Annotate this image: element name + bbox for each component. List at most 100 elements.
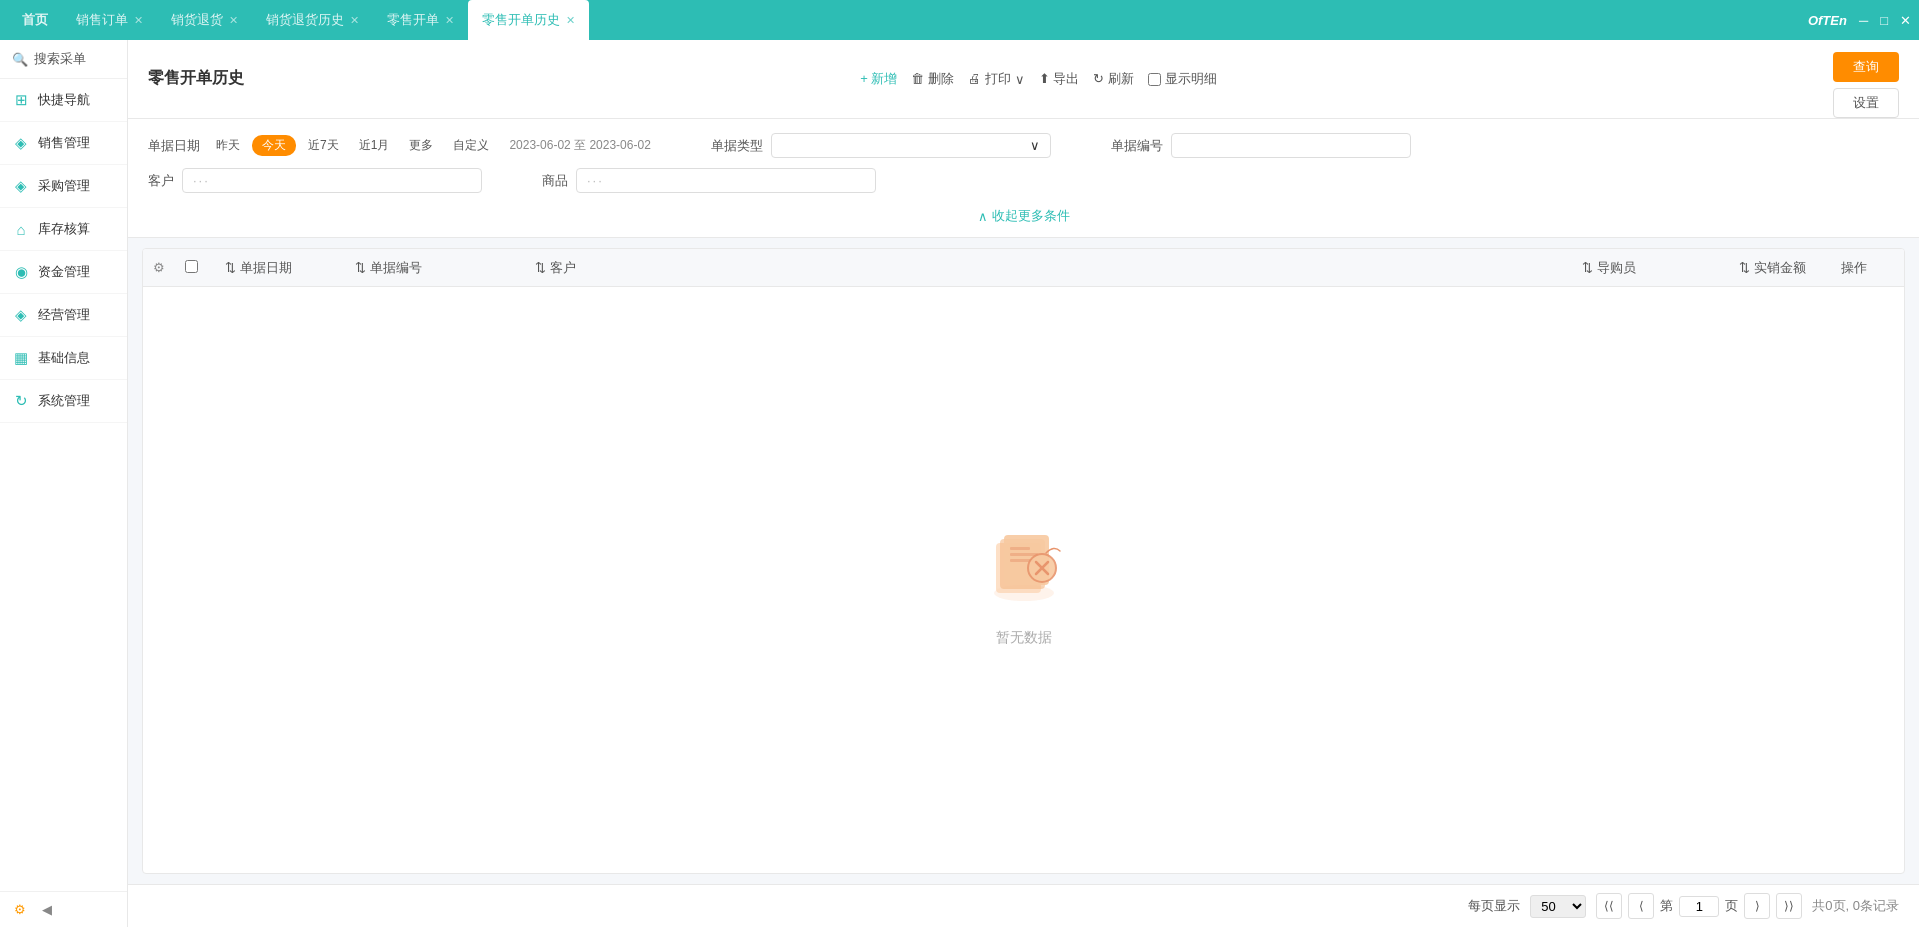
date-filter: 单据日期 昨天 今天 近7天 近1月 更多 自定义 2023-06-02 至 2… <box>148 135 651 156</box>
doc-number-filter: 单据编号 <box>1111 133 1411 158</box>
collapse-label: 收起更多条件 <box>992 207 1070 225</box>
tab-retail-open-history[interactable]: 零售开单历史 ✕ <box>468 0 589 40</box>
ops-mgmt-icon: ◈ <box>12 306 30 324</box>
purchase-mgmt-icon: ◈ <box>12 177 30 195</box>
th-guide-sort: ⇅ <box>1582 260 1593 275</box>
date-today[interactable]: 今天 <box>252 135 296 156</box>
window-controls: OfTEn ─ □ ✕ <box>1808 13 1911 28</box>
filter-area: 单据日期 昨天 今天 近7天 近1月 更多 自定义 2023-06-02 至 2… <box>128 119 1919 238</box>
show-detail-checkbox[interactable]: 显示明细 <box>1148 70 1217 88</box>
th-customer[interactable]: ⇅ 客户 <box>527 259 1574 277</box>
refresh-button[interactable]: ↻ 刷新 <box>1093 70 1134 88</box>
prev-page-btn[interactable]: ⟨ <box>1628 893 1654 919</box>
page-total: 共0页, 0条记录 <box>1812 897 1899 915</box>
th-number-sort: ⇅ <box>355 260 366 275</box>
page-nav: ⟨⟨ ⟨ 第 页 ⟩ ⟩⟩ <box>1596 893 1802 919</box>
tab-home[interactable]: 首页 <box>8 0 62 40</box>
th-number[interactable]: ⇅ 单据编号 <box>347 259 527 277</box>
doc-type-arrow: ∨ <box>1030 138 1040 153</box>
sys-mgmt-icon: ↻ <box>12 392 30 410</box>
search-icon: 🔍 <box>12 52 28 67</box>
doc-number-input[interactable] <box>1171 133 1411 158</box>
settings-button[interactable]: 设置 <box>1833 88 1899 118</box>
toolbar: + 新增 🗑 删除 🖨 打印 ∨ ⬆ 导出 ↻ 刷新 显示明细 <box>860 70 1217 98</box>
date-range-display: 2023-06-02 至 2023-06-02 <box>509 137 650 154</box>
tab-sales-return[interactable]: 销货退货 ✕ <box>157 0 252 40</box>
logo-text: OfTEn <box>1808 13 1847 28</box>
th-amount-sort: ⇅ <box>1739 260 1750 275</box>
th-guide[interactable]: ⇅ 导购员 <box>1574 259 1694 277</box>
sidebar-search[interactable]: 🔍 搜索采单 <box>0 40 127 79</box>
tab-bar: 首页 销售订单 ✕ 销货退货 ✕ 销货退货历史 ✕ 零售开单 ✕ 零售开单历史 … <box>0 0 1919 40</box>
print-button[interactable]: 🖨 打印 ∨ <box>968 70 1025 88</box>
last-page-btn[interactable]: ⟩⟩ <box>1776 893 1802 919</box>
tab-close-sales-return[interactable]: ✕ <box>229 14 238 27</box>
date-label: 单据日期 <box>148 137 200 155</box>
th-amount[interactable]: ⇅ 实销金额 <box>1694 259 1814 277</box>
tab-sales-return-history[interactable]: 销货退货历史 ✕ <box>252 0 373 40</box>
inventory-icon: ⌂ <box>12 221 30 238</box>
next-page-btn[interactable]: ⟩ <box>1744 893 1770 919</box>
window-close[interactable]: ✕ <box>1900 13 1911 28</box>
select-all-checkbox[interactable] <box>185 260 198 273</box>
page-input[interactable] <box>1679 896 1719 917</box>
sidebar-item-finance[interactable]: ◉ 资金管理 <box>0 251 127 294</box>
sidebar-bottom: ⚙ ◀ <box>0 891 127 927</box>
doc-type-filter: 单据类型 ∨ <box>711 133 1051 158</box>
tab-retail-open[interactable]: 零售开单 ✕ <box>373 0 468 40</box>
action-buttons: 查询 设置 <box>1833 50 1899 118</box>
pagination-bar: 每页显示 50 20 100 200 ⟨⟨ ⟨ 第 页 ⟩ ⟩⟩ 共0页, 0条… <box>128 884 1919 927</box>
customer-filter: 客户 ··· <box>148 168 482 193</box>
empty-text: 暂无数据 <box>996 629 1052 647</box>
empty-illustration <box>974 513 1074 613</box>
sales-mgmt-icon: ◈ <box>12 134 30 152</box>
main-layout: 🔍 搜索采单 ⊞ 快捷导航 ◈ 销售管理 ◈ 采购管理 ⌂ 库存核算 ◉ 资金管… <box>0 40 1919 927</box>
date-more[interactable]: 更多 <box>401 135 441 156</box>
doc-type-label: 单据类型 <box>711 137 763 155</box>
sidebar-settings-icon[interactable]: ⚙ <box>14 902 26 917</box>
show-detail-input[interactable] <box>1148 73 1161 86</box>
th-date-sort: ⇅ <box>225 260 236 275</box>
window-min[interactable]: ─ <box>1859 13 1868 28</box>
th-checkbox[interactable] <box>185 260 217 276</box>
tab-sales-order[interactable]: 销售订单 ✕ <box>62 0 157 40</box>
date-custom[interactable]: 自定义 <box>445 135 497 156</box>
customer-select[interactable]: ··· <box>182 168 482 193</box>
sidebar-collapse-icon[interactable]: ◀ <box>42 902 52 917</box>
page-title: 零售开单历史 <box>148 68 244 101</box>
tab-close-sales-order[interactable]: ✕ <box>134 14 143 27</box>
date-yesterday[interactable]: 昨天 <box>208 135 248 156</box>
table-header: ⚙ ⇅ 单据日期 ⇅ 单据编号 ⇅ 客户 ⇅ 导购员 <box>143 249 1904 287</box>
content-area: 零售开单历史 + 新增 🗑 删除 🖨 打印 ∨ ⬆ 导出 ↻ 刷新 显示明细 查… <box>128 40 1919 927</box>
date-1month[interactable]: 近1月 <box>351 135 398 156</box>
sidebar-item-quick-nav[interactable]: ⊞ 快捷导航 <box>0 79 127 122</box>
page-header: 零售开单历史 + 新增 🗑 删除 🖨 打印 ∨ ⬆ 导出 ↻ 刷新 显示明细 查… <box>128 40 1919 119</box>
sidebar-item-sales-mgmt[interactable]: ◈ 销售管理 <box>0 122 127 165</box>
sidebar-item-ops-mgmt[interactable]: ◈ 经营管理 <box>0 294 127 337</box>
finance-icon: ◉ <box>12 263 30 281</box>
add-button[interactable]: + 新增 <box>860 70 897 88</box>
th-settings[interactable]: ⚙ <box>153 260 185 275</box>
page-label: 第 <box>1660 897 1673 915</box>
window-max[interactable]: □ <box>1880 13 1888 28</box>
date-7days[interactable]: 近7天 <box>300 135 347 156</box>
query-button[interactable]: 查询 <box>1833 52 1899 82</box>
sidebar-item-base-info[interactable]: ▦ 基础信息 <box>0 337 127 380</box>
first-page-btn[interactable]: ⟨⟨ <box>1596 893 1622 919</box>
tab-close-sales-return-history[interactable]: ✕ <box>350 14 359 27</box>
product-select[interactable]: ··· <box>576 168 876 193</box>
page-size-select[interactable]: 50 20 100 200 <box>1530 895 1586 918</box>
sidebar-item-inventory[interactable]: ⌂ 库存核算 <box>0 208 127 251</box>
th-customer-sort: ⇅ <box>535 260 546 275</box>
quick-nav-icon: ⊞ <box>12 91 30 109</box>
tab-close-retail-open[interactable]: ✕ <box>445 14 454 27</box>
th-date[interactable]: ⇅ 单据日期 <box>217 259 347 277</box>
sidebar-item-sys-mgmt[interactable]: ↻ 系统管理 <box>0 380 127 423</box>
delete-button[interactable]: 🗑 删除 <box>911 70 954 88</box>
print-arrow[interactable]: ∨ <box>1015 72 1025 87</box>
tab-close-retail-open-history[interactable]: ✕ <box>566 14 575 27</box>
collapse-bar[interactable]: ∧ 收起更多条件 <box>148 203 1899 229</box>
doc-type-select[interactable]: ∨ <box>771 133 1051 158</box>
export-button[interactable]: ⬆ 导出 <box>1039 70 1080 88</box>
sidebar-item-purchase-mgmt[interactable]: ◈ 采购管理 <box>0 165 127 208</box>
